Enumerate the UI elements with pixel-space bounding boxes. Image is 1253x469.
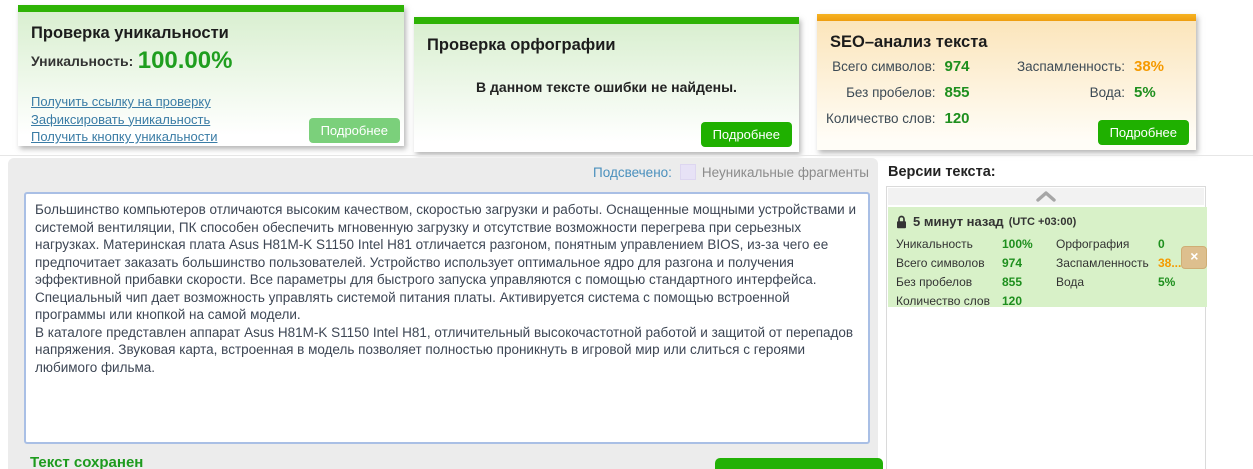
fix-uniqueness-link[interactable]: Зафиксировать уникальность bbox=[31, 111, 217, 129]
uniqueness-panel: Проверка уникальности Уникальность: 100.… bbox=[18, 5, 404, 146]
panel-accent-bar bbox=[414, 17, 799, 24]
versions-panel: 5 минут назад (UTC +03:00) Уникальность 1… bbox=[886, 186, 1208, 469]
spam-value: 38% bbox=[1134, 58, 1165, 75]
version-stat-row: Всего символов 974 Заспамленность 38... bbox=[896, 255, 1182, 270]
version-stat-row: Без пробелов 855 Вода 5% bbox=[896, 274, 1176, 289]
no-spaces-value: 855 bbox=[944, 84, 970, 101]
version-time: 5 минут назад bbox=[913, 214, 1004, 229]
text-input[interactable]: Большинство компьютеров отличаются высок… bbox=[24, 192, 870, 444]
version-stat-row: Уникальность 100% Орфография 0 bbox=[896, 236, 1165, 251]
total-chars-label: Всего символов: bbox=[832, 59, 936, 74]
seo-panel: SEO–анализ текста Всего символов: 974 Без… bbox=[817, 14, 1196, 150]
spelling-panel: Проверка орфографии В данном тексте ошиб… bbox=[414, 17, 799, 152]
version-stat-row: Количество слов 120 bbox=[896, 293, 1023, 308]
uniqueness-details-button[interactable]: Подробнее bbox=[308, 118, 400, 143]
text-saved-status: Текст сохранен bbox=[30, 454, 144, 469]
lock-icon bbox=[897, 215, 906, 228]
seo-panel-title: SEO–анализ текста bbox=[830, 33, 988, 51]
spam-label: Заспамленность: bbox=[1016, 59, 1125, 74]
get-check-link[interactable]: Получить ссылку на проверку bbox=[31, 93, 217, 111]
editor-block: Подсвечено: Неуникальные фрагменты Больш… bbox=[8, 158, 883, 469]
spelling-result-message: В данном тексте ошибки не найдены. bbox=[476, 79, 737, 95]
water-value: 5% bbox=[1134, 84, 1156, 101]
text-analysis-page: Проверка уникальности Уникальность: 100.… bbox=[0, 0, 1253, 469]
versions-title: Версии текста: bbox=[888, 164, 996, 180]
versions-collapse-toggle[interactable] bbox=[888, 188, 1204, 205]
nonunique-swatch bbox=[679, 164, 696, 180]
chevron-up-icon bbox=[1036, 191, 1056, 202]
uniqueness-panel-title: Проверка уникальности bbox=[31, 24, 229, 42]
seo-details-button[interactable]: Подробнее bbox=[1097, 120, 1189, 145]
version-stats: Уникальность 100% Орфография 0 Всего симво… bbox=[896, 234, 1181, 310]
highlight-legend-row: Подсвечено: Неуникальные фрагменты bbox=[593, 164, 869, 180]
spelling-panel-title: Проверка орфографии bbox=[427, 36, 616, 54]
no-spaces-label: Без пробелов: bbox=[846, 85, 936, 100]
section-divider bbox=[0, 155, 1253, 156]
version-card: 5 минут назад (UTC +03:00) Уникальность 1… bbox=[888, 207, 1208, 310]
panel-accent-bar bbox=[18, 5, 404, 12]
uniqueness-label: Уникальность: bbox=[31, 53, 134, 69]
get-uniqueness-button-link[interactable]: Получить кнопку уникальности bbox=[31, 128, 217, 146]
total-chars-value: 974 bbox=[944, 58, 970, 75]
nonunique-legend: Неуникальные фрагменты bbox=[701, 164, 869, 180]
highlighted-label: Подсвечено: bbox=[593, 164, 672, 180]
word-count-label: Количество слов: bbox=[826, 111, 936, 126]
water-label: Вода: bbox=[1089, 85, 1125, 100]
delete-version-button[interactable]: × bbox=[1181, 245, 1208, 269]
check-text-button[interactable] bbox=[715, 458, 883, 469]
seo-stats-left: Всего символов: 974 Без пробелов: 855 Коли… bbox=[817, 58, 1007, 136]
spelling-details-button[interactable]: Подробнее bbox=[700, 122, 792, 147]
uniqueness-links: Получить ссылку на проверку Зафиксироват… bbox=[31, 93, 217, 146]
uniqueness-value: 100.00% bbox=[137, 47, 233, 74]
panel-accent-bar bbox=[817, 14, 1196, 21]
version-timezone: (UTC +03:00) bbox=[1008, 215, 1077, 228]
word-count-value: 120 bbox=[944, 110, 970, 127]
close-icon: × bbox=[1190, 247, 1199, 264]
